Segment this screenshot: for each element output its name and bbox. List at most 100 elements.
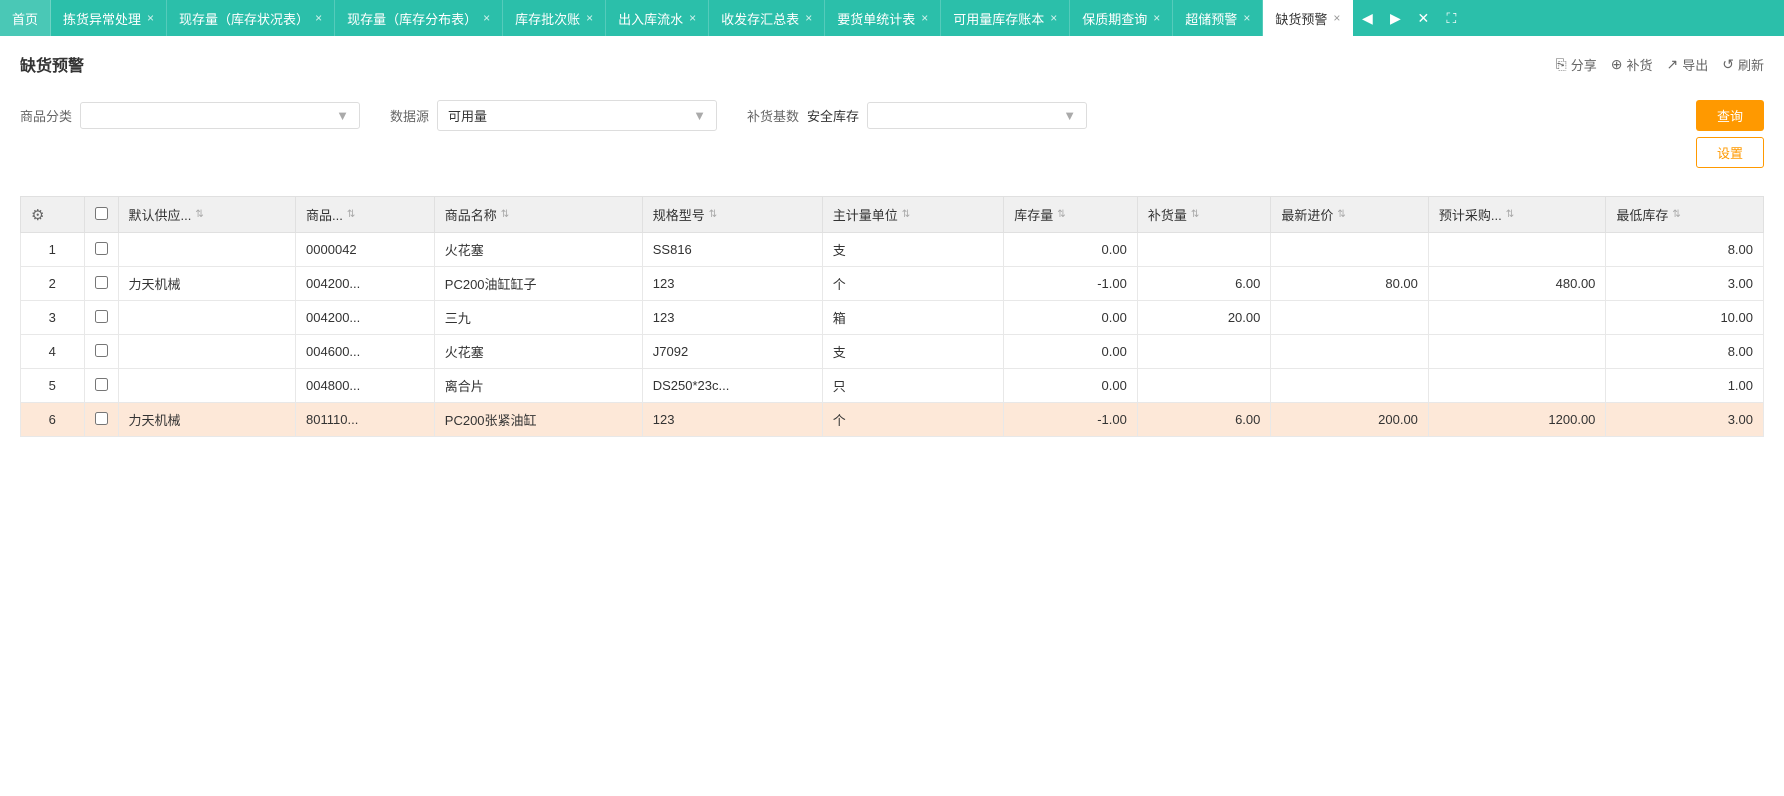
row-supplier: [118, 369, 296, 403]
th-replenish-qty[interactable]: 补货量 ⇅: [1137, 197, 1271, 233]
tab-home[interactable]: 首页: [0, 0, 51, 36]
row-checkbox[interactable]: [95, 412, 108, 425]
export-icon: ↗: [1667, 56, 1679, 73]
tab-inout-flow[interactable]: 出入库流水 ×: [606, 0, 709, 36]
row-unit: 只: [822, 369, 1004, 403]
tab-maximize-btn[interactable]: ⛶: [1437, 0, 1465, 36]
tab-close-all-btn[interactable]: ✕: [1409, 0, 1437, 36]
th-checkbox[interactable]: [84, 197, 118, 233]
tab-batch-account[interactable]: 库存批次账 ×: [503, 0, 606, 36]
th-min-stock[interactable]: 最低库存 ⇅: [1606, 197, 1764, 233]
tab-close-inventory-status[interactable]: ×: [315, 11, 322, 25]
tab-abnormal[interactable]: 拣货异常处理 ×: [51, 0, 167, 36]
select-all-checkbox[interactable]: [95, 207, 108, 220]
row-checkbox-cell[interactable]: [84, 233, 118, 267]
category-select[interactable]: ▼: [80, 102, 360, 129]
th-product-name[interactable]: 商品名称 ⇅: [434, 197, 642, 233]
th-unit[interactable]: 主计量单位 ⇅: [822, 197, 1004, 233]
replenish-base-value: 安全库存: [807, 106, 859, 125]
replenish-base-dropdown-icon: ▼: [1063, 108, 1076, 123]
refresh-button[interactable]: ↺ 刷新: [1722, 55, 1764, 74]
row-unit: 支: [822, 233, 1004, 267]
tab-close-batch-account[interactable]: ×: [586, 11, 593, 25]
row-replenish-qty: 6.00: [1137, 267, 1271, 301]
row-stock: -1.00: [1004, 403, 1138, 437]
table-row: 3 004200... 三九 123 箱 0.00 20.00 10.00: [21, 301, 1764, 335]
tab-overstock[interactable]: 超储预警 ×: [1173, 0, 1263, 36]
sort-icon-stock: ⇅: [1057, 209, 1065, 220]
th-estimated-purchase[interactable]: 预计采购... ⇅: [1428, 197, 1606, 233]
row-product-code: 004200...: [296, 267, 435, 301]
row-checkbox-cell[interactable]: [84, 301, 118, 335]
table-row: 4 004600... 火花塞 J7092 支 0.00 8.00: [21, 335, 1764, 369]
tab-close-shortage[interactable]: ×: [1333, 11, 1340, 25]
sort-icon-spec: ⇅: [709, 209, 717, 220]
tab-next-btn[interactable]: ▶: [1381, 0, 1409, 36]
row-checkbox-cell[interactable]: [84, 369, 118, 403]
row-estimated-purchase: [1428, 369, 1606, 403]
tab-close-expiry-query[interactable]: ×: [1153, 11, 1160, 25]
tab-close-inout-flow[interactable]: ×: [689, 11, 696, 25]
tab-close-receive-summary[interactable]: ×: [805, 11, 812, 25]
row-checkbox-cell[interactable]: [84, 403, 118, 437]
row-checkbox[interactable]: [95, 344, 108, 357]
query-button[interactable]: 查询: [1696, 100, 1764, 131]
row-checkbox[interactable]: [95, 276, 108, 289]
row-latest-price: [1271, 233, 1429, 267]
tab-available-ledger[interactable]: 可用量库存账本 ×: [941, 0, 1070, 36]
tab-inventory-status[interactable]: 现存量（库存状况表） ×: [167, 0, 335, 36]
tab-demand-stats[interactable]: 要货单统计表 ×: [825, 0, 941, 36]
th-settings[interactable]: ⚙: [21, 197, 85, 233]
tab-close-inventory-dist[interactable]: ×: [483, 11, 490, 25]
action-buttons: 查询 设置: [1696, 100, 1764, 168]
row-product-code: 004600...: [296, 335, 435, 369]
tab-bar: 首页 拣货异常处理 × 现存量（库存状况表） × 现存量（库存分布表） × 库存…: [0, 0, 1784, 36]
page-title: 缺货预警: [20, 52, 84, 76]
row-checkbox[interactable]: [95, 378, 108, 391]
tab-close-available-ledger[interactable]: ×: [1050, 11, 1057, 25]
replenish-base-select[interactable]: ▼: [867, 102, 1087, 129]
replenish-base-filter: 补货基数 安全库存 ▼: [747, 102, 1087, 129]
row-unit: 箱: [822, 301, 1004, 335]
datasource-select[interactable]: 可用量 ▼: [437, 100, 717, 131]
row-latest-price: [1271, 335, 1429, 369]
tab-close-demand-stats[interactable]: ×: [921, 11, 928, 25]
row-checkbox-cell[interactable]: [84, 267, 118, 301]
tab-receive-summary[interactable]: 收发存汇总表 ×: [709, 0, 825, 36]
row-product-code: 004800...: [296, 369, 435, 403]
tab-close-overstock[interactable]: ×: [1243, 11, 1250, 25]
row-latest-price: 200.00: [1271, 403, 1429, 437]
row-unit: 个: [822, 403, 1004, 437]
row-product-code: 0000042: [296, 233, 435, 267]
th-default-supplier[interactable]: 默认供应... ⇅: [118, 197, 296, 233]
replenish-button[interactable]: ⊕ 补货: [1611, 55, 1653, 74]
header-actions: ⎘ 分享 ⊕ 补货 ↗ 导出 ↺ 刷新: [1556, 55, 1764, 74]
tab-close-abnormal[interactable]: ×: [147, 11, 154, 25]
row-checkbox[interactable]: [95, 242, 108, 255]
settings-button[interactable]: 设置: [1696, 137, 1764, 168]
row-spec: J7092: [642, 335, 822, 369]
row-checkbox[interactable]: [95, 310, 108, 323]
row-index: 6: [21, 403, 85, 437]
share-button[interactable]: ⎘ 分享: [1556, 55, 1597, 74]
tab-inventory-dist[interactable]: 现存量（库存分布表） ×: [335, 0, 503, 36]
tab-shortage[interactable]: 缺货预警 ×: [1263, 0, 1353, 36]
row-supplier: [118, 233, 296, 267]
row-min-stock: 8.00: [1606, 335, 1764, 369]
th-spec[interactable]: 规格型号 ⇅: [642, 197, 822, 233]
th-latest-price[interactable]: 最新进价 ⇅: [1271, 197, 1429, 233]
row-stock: 0.00: [1004, 369, 1138, 403]
row-replenish-qty: [1137, 233, 1271, 267]
th-stock[interactable]: 库存量 ⇅: [1004, 197, 1138, 233]
gear-icon[interactable]: ⚙: [31, 207, 44, 224]
export-button[interactable]: ↗ 导出: [1667, 55, 1709, 74]
tab-expiry-query[interactable]: 保质期查询 ×: [1070, 0, 1173, 36]
row-estimated-purchase: [1428, 301, 1606, 335]
replenish-icon: ⊕: [1611, 56, 1623, 73]
row-replenish-qty: [1137, 335, 1271, 369]
tab-prev-btn[interactable]: ◀: [1353, 0, 1381, 36]
th-product-code[interactable]: 商品... ⇅: [296, 197, 435, 233]
row-checkbox-cell[interactable]: [84, 335, 118, 369]
table-row: 1 0000042 火花塞 SS816 支 0.00 8.00: [21, 233, 1764, 267]
sort-icon-replenish: ⇅: [1191, 209, 1199, 220]
